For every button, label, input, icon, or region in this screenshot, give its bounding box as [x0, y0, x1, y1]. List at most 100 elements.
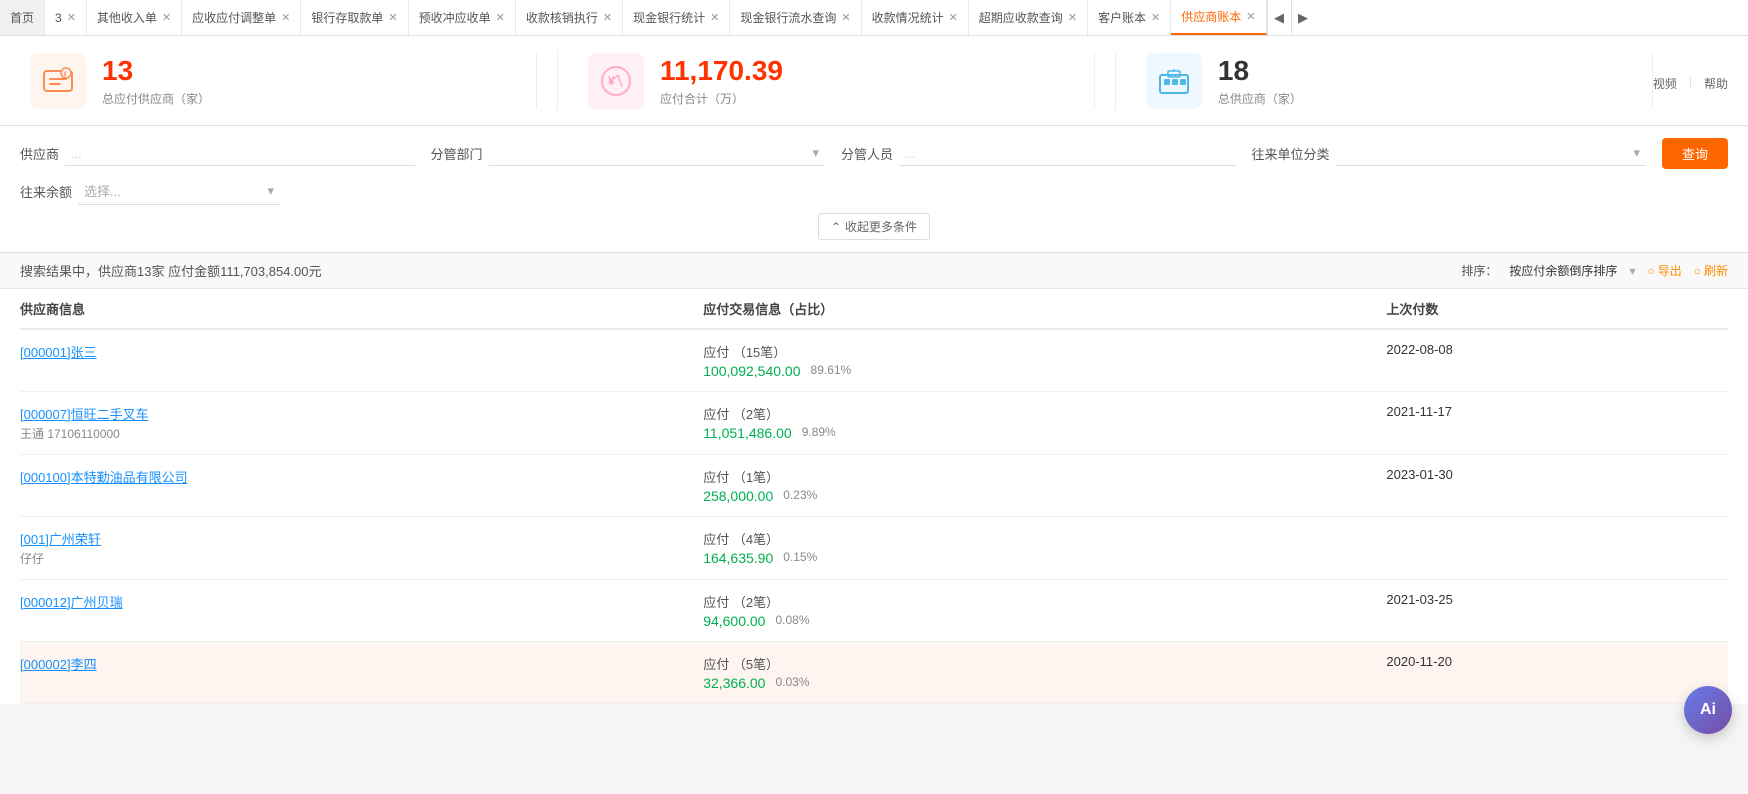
- supplier-link-5[interactable]: [000012]广州贝瑞: [20, 595, 123, 610]
- export-icon: ○: [1647, 264, 1654, 278]
- supplier-sub-4: 仔仔: [20, 550, 703, 567]
- supplier-link-2[interactable]: [000007]恒旺二手叉车: [20, 407, 149, 422]
- category-select-wrapper[interactable]: ▾: [1336, 141, 1646, 166]
- close-icon[interactable]: ✕: [1068, 11, 1077, 24]
- table-row: [001]广州荣轩 仔仔 应付 （4笔） 164,635.90 0.15%: [20, 517, 1728, 580]
- balance-select-wrapper[interactable]: 选择... ▾: [78, 177, 280, 205]
- supplier-info-5: [000012]广州贝瑞: [20, 592, 703, 611]
- filter-supplier: 供应商: [20, 142, 415, 166]
- last-payment-6: 2020-11-20: [1386, 654, 1728, 669]
- payable-pct-3: 0.23%: [783, 488, 817, 502]
- payable-label-4: 应付 （4笔）: [703, 529, 1386, 548]
- table-row: [000012]广州贝瑞 应付 （2笔） 94,600.00 0.08% 202…: [20, 580, 1728, 642]
- payable-amount-3: 258,000.00: [703, 488, 773, 504]
- nav-tab-overdue-ar[interactable]: 超期应收款查询 ✕: [969, 0, 1088, 35]
- filter-dept: 分管部门 ▾: [431, 141, 826, 166]
- close-icon[interactable]: ✕: [710, 11, 719, 24]
- nav-tab-cash-flow-query[interactable]: 现金银行流水查询 ✕: [730, 0, 861, 35]
- close-icon[interactable]: ✕: [603, 11, 612, 24]
- video-link[interactable]: 视频: [1653, 75, 1677, 92]
- collapse-area: ⌃ 收起更多条件: [20, 213, 1728, 240]
- close-icon[interactable]: ✕: [162, 11, 171, 24]
- sort-dropdown-icon[interactable]: ▾: [1629, 264, 1635, 278]
- nav-tab-ar-ap-adjust[interactable]: 应收应付调整单 ✕: [182, 0, 301, 35]
- last-payment-2: 2021-11-17: [1386, 404, 1728, 419]
- close-icon[interactable]: ✕: [67, 11, 76, 24]
- supplier-info-3: [000100]本特勤油品有限公司: [20, 467, 703, 486]
- ai-label: Ai: [1700, 701, 1716, 719]
- summary-card1-content: 13 总应付供应商（家）: [102, 54, 210, 107]
- col-header-payable: 应付交易信息（占比）: [703, 299, 1386, 318]
- ai-assistant-button[interactable]: Ai: [1684, 686, 1732, 734]
- dept-dropdown-icon: ▾: [812, 145, 819, 161]
- nav-tab-supplier-ledger[interactable]: 供应商账本 ✕: [1171, 0, 1266, 35]
- result-bar: 搜索结果中，供应商13家 应付金额111,703,854.00元 排序： 按应付…: [0, 253, 1748, 289]
- result-bar-right: 排序： 按应付余额倒序排序 ▾ ○ 导出 ○ 刷新: [1461, 262, 1728, 279]
- sort-label: 排序：: [1461, 262, 1497, 279]
- supplier-link-3[interactable]: [000100]本特勤油品有限公司: [20, 470, 188, 485]
- refresh-button[interactable]: ○ 刷新: [1694, 262, 1728, 279]
- balance-label: 往来余额: [20, 182, 72, 201]
- nav-tab-collection-stats[interactable]: 收款情况统计 ✕: [862, 0, 969, 35]
- payable-label-2: 应付 （2笔）: [703, 404, 1386, 423]
- payable-amount-row-4: 164,635.90 0.15%: [703, 548, 1386, 566]
- close-icon[interactable]: ✕: [1246, 10, 1255, 23]
- last-payment-3: 2023-01-30: [1386, 467, 1728, 482]
- table-area: 供应商信息 应付交易信息（占比） 上次付数 [000001]张三 应付 （15笔…: [0, 289, 1748, 704]
- payable-pct-5: 0.08%: [775, 613, 809, 627]
- table-header: 供应商信息 应付交易信息（占比） 上次付数: [20, 289, 1728, 330]
- summary-bar: ¥ 13 总应付供应商（家） ¥ 11,170.39 应付合计（万）: [0, 36, 1748, 126]
- supplier-sub-2: 王通 17106110000: [20, 425, 703, 442]
- payable-label-5: 应付 （2笔）: [703, 592, 1386, 611]
- nav-next-arrow[interactable]: ▶: [1291, 0, 1315, 36]
- collapse-button[interactable]: ⌃ 收起更多条件: [818, 213, 930, 240]
- payable-info-1: 应付 （15笔） 100,092,540.00 89.61%: [703, 342, 1386, 379]
- nav-tab-3[interactable]: 3 ✕: [45, 0, 87, 35]
- filter-balance: 往来余额 选择... ▾: [20, 177, 280, 205]
- payable-info-3: 应付 （1笔） 258,000.00 0.23%: [703, 467, 1386, 504]
- search-button[interactable]: 查询: [1662, 138, 1728, 169]
- dept-select-wrapper[interactable]: ▾: [489, 141, 825, 166]
- payable-info-5: 应付 （2笔） 94,600.00 0.08%: [703, 592, 1386, 629]
- payable-total-number: 11,170.39: [660, 54, 783, 88]
- supplier-input[interactable]: [65, 142, 414, 166]
- top-navigation: 首页 3 ✕ 其他收入单 ✕ 应收应付调整单 ✕ 银行存取款单 ✕ 预收冲应收单…: [0, 0, 1748, 36]
- payable-info-2: 应付 （2笔） 11,051,486.00 9.89%: [703, 404, 1386, 441]
- supplier-info-1: [000001]张三: [20, 342, 703, 361]
- close-icon[interactable]: ✕: [388, 11, 397, 24]
- filter-row-1: 供应商 分管部门 ▾ 分管人员 往来单位分类 ▾ 查询: [20, 138, 1728, 169]
- nav-tab-cash-bank-stats[interactable]: 现金银行统计 ✕: [623, 0, 730, 35]
- close-icon[interactable]: ✕: [496, 11, 505, 24]
- nav-tab-home[interactable]: 首页: [0, 0, 45, 35]
- summary-actions: 视频 | 帮助: [1653, 69, 1728, 92]
- divider2: [1115, 51, 1116, 111]
- export-button[interactable]: ○ 导出: [1647, 262, 1681, 279]
- summary-card-total-suppliers: 18 总供应商（家）: [1136, 53, 1653, 109]
- collapse-label: 收起更多条件: [845, 218, 917, 235]
- svg-text:¥: ¥: [608, 74, 615, 88]
- close-icon[interactable]: ✕: [949, 11, 958, 24]
- nav-tab-bank-deposit[interactable]: 银行存取款单 ✕: [301, 0, 408, 35]
- nav-prev-arrow[interactable]: ◀: [1267, 0, 1291, 36]
- table-row: [000002]李四 应付 （5笔） 32,366.00 0.03% 2020-…: [20, 642, 1728, 704]
- nav-tab-collection[interactable]: 收款核销执行 ✕: [516, 0, 623, 35]
- help-link[interactable]: 帮助: [1704, 75, 1728, 92]
- person-input[interactable]: [899, 142, 1235, 166]
- supplier-link-1[interactable]: [000001]张三: [20, 345, 97, 360]
- close-icon[interactable]: ✕: [1151, 11, 1160, 24]
- supplier-link-6[interactable]: [000002]李四: [20, 657, 97, 672]
- nav-tab-customer-ledger[interactable]: 客户账本 ✕: [1088, 0, 1171, 35]
- close-icon[interactable]: ✕: [841, 11, 850, 24]
- payable-info-4: 应付 （4笔） 164,635.90 0.15%: [703, 529, 1386, 566]
- supplier-link-4[interactable]: [001]广州荣轩: [20, 532, 101, 547]
- payable-pct-4: 0.15%: [783, 550, 817, 564]
- table-row: [000007]恒旺二手叉车 王通 17106110000 应付 （2笔） 11…: [20, 392, 1728, 455]
- close-icon[interactable]: ✕: [281, 11, 290, 24]
- payable-info-6: 应付 （5笔） 32,366.00 0.03%: [703, 654, 1386, 691]
- nav-tab-prepayment[interactable]: 预收冲应收单 ✕: [409, 0, 516, 35]
- filter-row-2: 往来余额 选择... ▾: [20, 177, 1728, 205]
- result-summary-text: 搜索结果中，供应商13家 应付金额111,703,854.00元: [20, 261, 322, 280]
- sort-value[interactable]: 按应付余额倒序排序: [1509, 262, 1617, 279]
- nav-tab-other-income[interactable]: 其他收入单 ✕: [87, 0, 182, 35]
- payable-amount-row-2: 11,051,486.00 9.89%: [703, 423, 1386, 441]
